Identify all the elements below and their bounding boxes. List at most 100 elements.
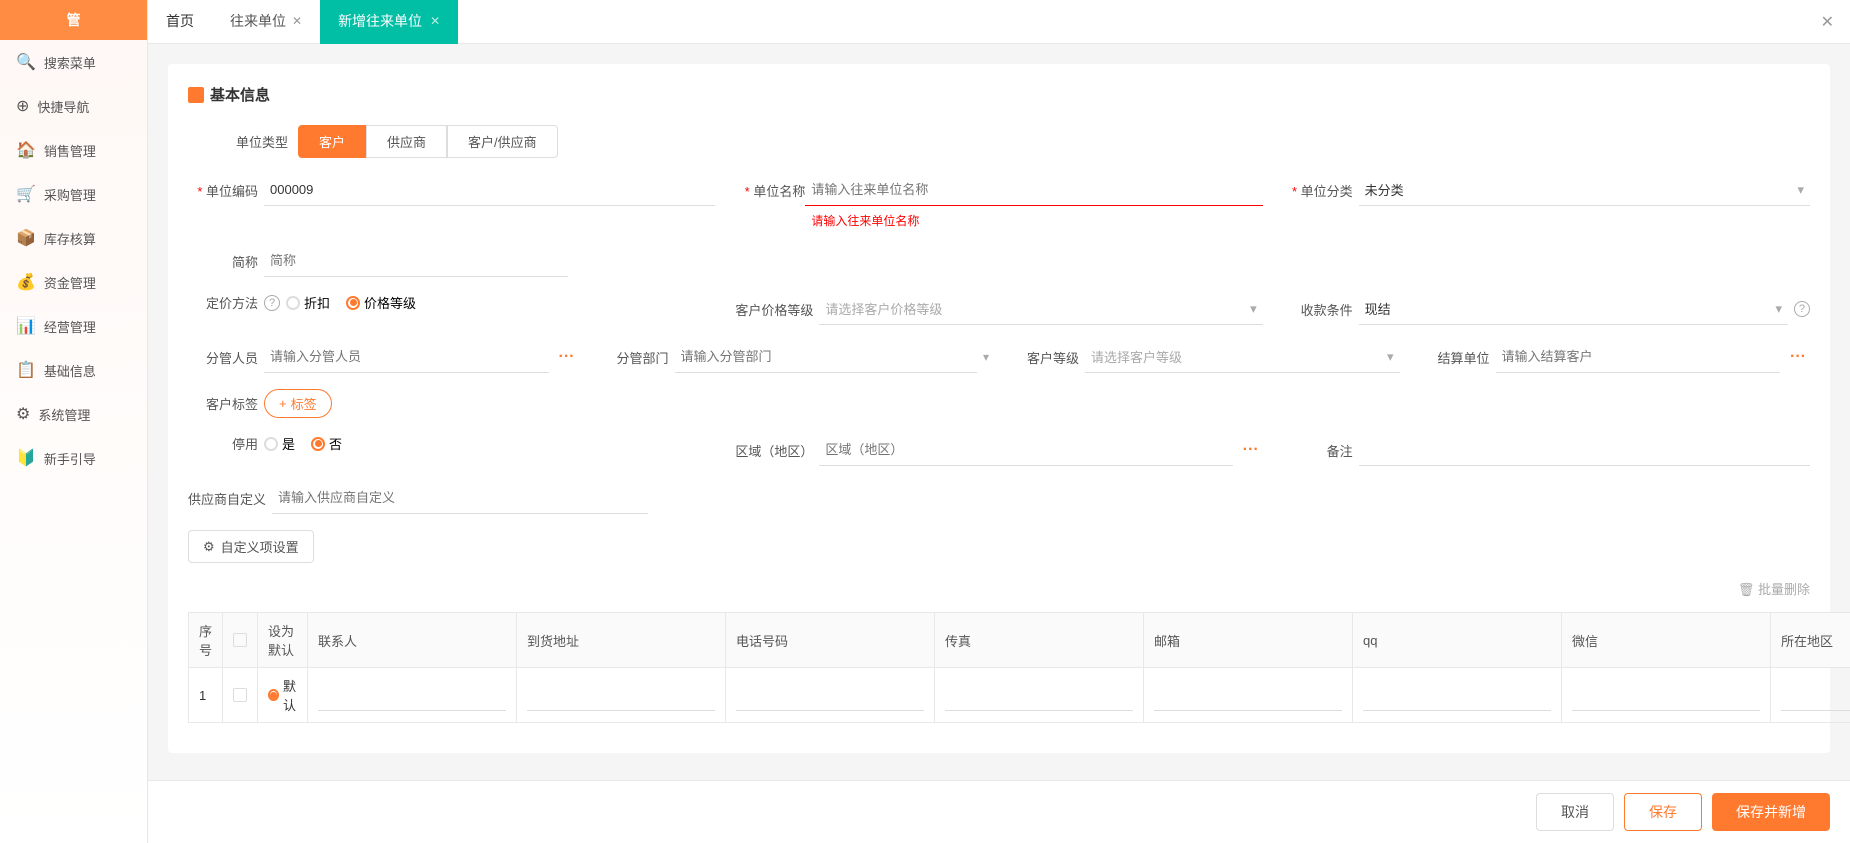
manager-input[interactable] — [264, 341, 549, 373]
wechat-input[interactable] — [1572, 679, 1760, 711]
type-btn-supplier[interactable]: 供应商 — [366, 125, 447, 158]
tab-partner-list[interactable]: 往来单位 ✕ — [212, 0, 320, 44]
region-table-input[interactable] — [1781, 679, 1850, 711]
cell-email[interactable] — [1144, 668, 1353, 723]
settlement-unit-label: 结算单位 — [1420, 348, 1490, 367]
department-input[interactable] — [675, 341, 977, 373]
custom-settings-button[interactable]: ⚙ 自定义项设置 — [188, 530, 314, 563]
cell-contact[interactable] — [308, 668, 517, 723]
cancel-button[interactable]: 取消 — [1536, 793, 1614, 831]
unit-code-input[interactable] — [264, 174, 715, 206]
cell-seq: 1 — [189, 668, 223, 723]
form-row-5: 客户标签 + 标签 — [188, 389, 1810, 418]
qq-input[interactable] — [1363, 679, 1551, 711]
list-icon: 📋 — [16, 360, 36, 380]
customer-level-label: 客户等级 — [1009, 348, 1079, 367]
guide-icon: 🔰 — [16, 448, 36, 468]
department-field: 分管部门 ▾ — [599, 341, 990, 373]
settlement-unit-more-icon[interactable]: ··· — [1786, 348, 1810, 366]
unit-category-label: 单位分类 — [1283, 181, 1353, 200]
section-icon — [188, 87, 204, 103]
customer-level-chevron-icon: ▾ — [1387, 349, 1394, 365]
sidebar-item-purchase[interactable]: 🛒 采购管理 — [0, 172, 147, 216]
pricing-method-field: 定价方法 ? 折扣 价格等级 — [188, 293, 715, 312]
tab-new-partner-close-icon[interactable]: ✕ — [430, 14, 440, 28]
payment-terms-select[interactable]: 现结 ▾ — [1359, 293, 1788, 325]
payment-terms-info-icon[interactable]: ? — [1794, 301, 1810, 317]
tab-bar-close-icon[interactable]: ✕ — [1805, 12, 1850, 32]
cell-phone[interactable] — [726, 668, 935, 723]
unit-name-label: 单位名称 — [735, 181, 805, 200]
default-radio[interactable] — [268, 689, 279, 701]
settings-icon: ⚙ — [203, 539, 215, 555]
pricing-radio-discount[interactable]: 折扣 — [286, 293, 330, 312]
fax-input[interactable] — [945, 679, 1133, 711]
cell-wechat[interactable] — [1562, 668, 1771, 723]
department-label: 分管部门 — [599, 348, 669, 367]
row-checkbox[interactable] — [233, 688, 247, 702]
sidebar-item-guide[interactable]: 🔰 新手引导 — [0, 436, 147, 480]
type-btn-both[interactable]: 客户/供应商 — [447, 125, 558, 158]
table-row: 1 默认 — [189, 668, 1850, 723]
sidebar-item-sales[interactable]: 🏠 销售管理 — [0, 128, 147, 172]
unit-type-label: 单位类型 — [188, 132, 288, 151]
form-row-2: 简称 — [188, 245, 1810, 277]
region-input[interactable] — [819, 434, 1232, 466]
sidebar-item-quick-nav[interactable]: ⊕ 快捷导航 — [0, 84, 147, 128]
cell-checkbox — [223, 668, 258, 723]
sidebar-item-inventory[interactable]: 📦 库存核算 — [0, 216, 147, 260]
sidebar-item-finance[interactable]: 💰 资金管理 — [0, 260, 147, 304]
region-more-icon[interactable]: ··· — [1239, 441, 1263, 459]
address-input[interactable] — [527, 679, 715, 711]
col-seq: 序号 — [189, 613, 223, 668]
sidebar-item-search[interactable]: 🔍 搜索菜单 — [0, 40, 147, 84]
settlement-unit-input[interactable] — [1496, 341, 1781, 373]
remarks-input[interactable] — [1359, 434, 1810, 466]
cell-qq[interactable] — [1353, 668, 1562, 723]
type-btn-customer[interactable]: 客户 — [298, 125, 366, 158]
cell-address[interactable] — [517, 668, 726, 723]
remarks-field: 备注 — [1283, 434, 1810, 466]
manager-more-icon[interactable]: ··· — [555, 348, 579, 366]
tab-partner-list-close-icon[interactable]: ✕ — [292, 14, 302, 28]
disabled-radio-no[interactable]: 否 — [311, 434, 342, 453]
default-label: 默认 — [283, 676, 297, 714]
form-footer: 取消 保存 保存并新增 — [148, 780, 1850, 843]
unit-name-input[interactable] — [805, 174, 1262, 206]
sidebar-item-system[interactable]: ⚙ 系统管理 — [0, 392, 147, 436]
batch-delete-button[interactable]: 🗑 批量删除 — [1738, 579, 1810, 598]
abbreviation-input[interactable] — [264, 245, 568, 277]
phone-input[interactable] — [736, 679, 924, 711]
email-input[interactable] — [1154, 679, 1342, 711]
tab-new-partner[interactable]: 新增往来单位 ✕ — [320, 0, 458, 44]
col-default: 设为默认 — [258, 613, 308, 668]
payment-terms-value: 现结 — [1365, 299, 1391, 318]
form-row-4: 分管人员 ··· 分管部门 ▾ 客户等级 请选择客户等级 ▾ — [188, 341, 1810, 373]
money-icon: 💰 — [16, 272, 36, 292]
disabled-radio-yes[interactable]: 是 — [264, 434, 295, 453]
sidebar-item-basic-info[interactable]: 📋 基础信息 — [0, 348, 147, 392]
contact-input[interactable] — [318, 679, 506, 711]
cell-region[interactable] — [1771, 668, 1850, 723]
cell-fax[interactable] — [935, 668, 1144, 723]
sidebar-item-operations[interactable]: 📊 经营管理 — [0, 304, 147, 348]
select-all-checkbox[interactable] — [233, 633, 247, 647]
customer-level-select[interactable]: 请选择客户等级 ▾ — [1085, 341, 1400, 373]
pricing-method-info-icon[interactable]: ? — [264, 295, 280, 311]
pricing-radio-level[interactable]: 价格等级 — [346, 293, 416, 312]
save-button[interactable]: 保存 — [1624, 793, 1702, 831]
gear-icon: ⚙ — [16, 404, 30, 424]
contact-table: 序号 设为默认 联系人 到货地址 电话号码 传真 邮箱 qq 微信 所在地区 操… — [188, 612, 1850, 723]
customer-tag-field: 客户标签 + 标签 — [188, 389, 1810, 418]
unit-category-select[interactable]: 未分类 ▾ — [1359, 174, 1810, 206]
customer-price-level-chevron-icon: ▾ — [1250, 301, 1257, 317]
save-new-button[interactable]: 保存并新增 — [1712, 793, 1830, 831]
level-label: 价格等级 — [364, 293, 416, 312]
customer-price-level-select[interactable]: 请选择客户价格等级 ▾ — [819, 293, 1262, 325]
discount-radio-circle — [286, 296, 300, 310]
add-tag-button[interactable]: + 标签 — [264, 389, 332, 418]
section-title: 基本信息 — [188, 84, 1810, 105]
form-row-3: 定价方法 ? 折扣 价格等级 客户价格等级 — [188, 293, 1810, 325]
tab-home[interactable]: 首页 — [148, 0, 212, 44]
supplier-custom-input[interactable] — [272, 482, 648, 514]
